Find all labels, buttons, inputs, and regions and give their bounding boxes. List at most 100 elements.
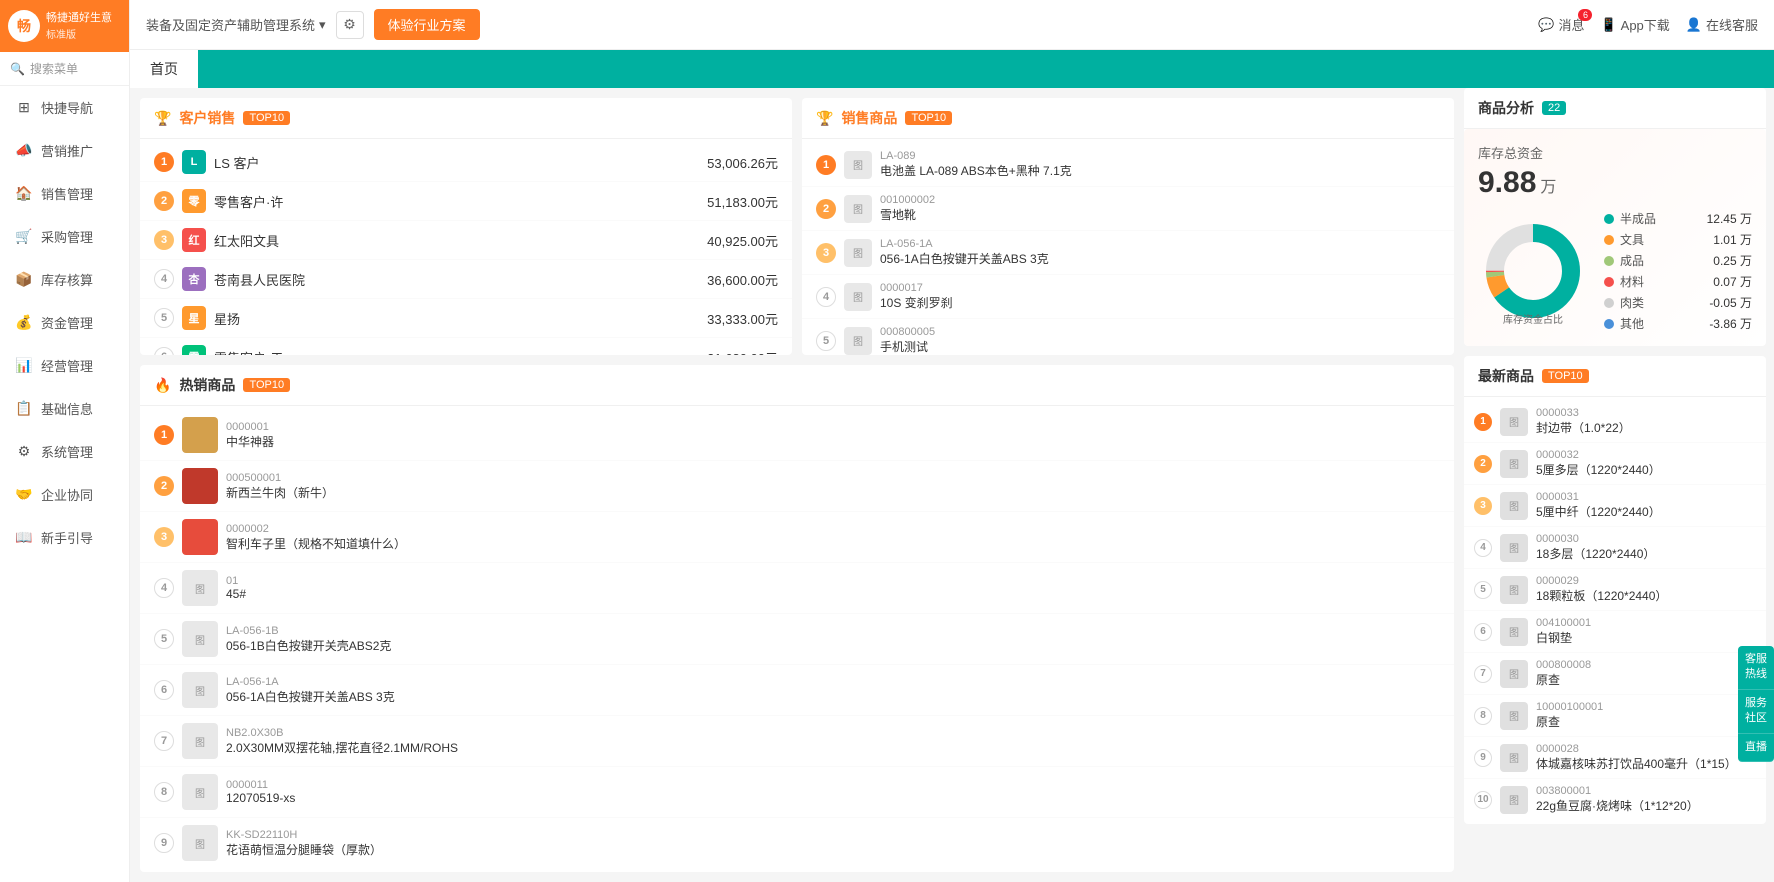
- customer-avatar: 星: [182, 306, 206, 330]
- new-product-item: 6 图 004100001 白钢垫: [1464, 611, 1766, 653]
- customer-name: 星扬: [214, 309, 699, 328]
- new-product-item: 7 图 000800008 原查: [1464, 653, 1766, 695]
- sales-product-header: 🏆 销售商品 TOP10: [802, 98, 1454, 139]
- customer-rank-item: 4 杏 苍南县人民医院 36,600.00元: [140, 260, 792, 299]
- live-btn[interactable]: 直播: [1738, 734, 1774, 762]
- marketing-icon: 📣: [15, 142, 33, 159]
- sidebar-item-finance[interactable]: 💰 资金管理: [0, 301, 129, 344]
- customer-rank-item: 3 红 红太阳文具 40,925.00元: [140, 221, 792, 260]
- rank-number: 2: [154, 476, 174, 496]
- rank-number: 3: [154, 527, 174, 547]
- app-download-button[interactable]: 📱 App下载: [1600, 15, 1669, 34]
- product-icon: 图: [844, 151, 872, 179]
- new-product-name: 白钢垫: [1536, 629, 1756, 646]
- hot-product-item: 8 图 0000011 12070519-xs: [140, 767, 1454, 818]
- new-product-code: 10000100001: [1536, 701, 1756, 713]
- new-product-code: 0000031: [1536, 491, 1756, 503]
- new-product-code: 003800001: [1536, 785, 1756, 797]
- rank-number: 6: [1474, 623, 1492, 641]
- hot-product-list: 1 0000001 中华神器 2 000500001 新西兰牛肉（新牛） 3 0…: [140, 406, 1454, 872]
- customer-service-btn[interactable]: 客服热线: [1738, 646, 1774, 690]
- new-product-icon: 图: [1500, 618, 1528, 646]
- logo-subtitle: 标准版: [46, 26, 112, 41]
- sidebar-item-purchase[interactable]: 🛒 采购管理: [0, 215, 129, 258]
- customer-avatar: 红: [182, 228, 206, 252]
- customer-avatar: 零: [182, 345, 206, 355]
- search-menu[interactable]: 🔍 搜索菜单: [0, 52, 129, 86]
- finance-icon: 💰: [15, 314, 33, 331]
- product-name: 10S 变刹罗刹: [880, 294, 1440, 311]
- enterprise-icon: 🤝: [15, 486, 33, 503]
- purchase-icon: 🛒: [15, 228, 33, 245]
- new-product-icon: 图: [1500, 492, 1528, 520]
- new-product-icon: 图: [1500, 660, 1528, 688]
- system-title: 装备及固定资产辅助管理系统: [146, 15, 315, 34]
- two-col-section: 🏆 客户销售 TOP10 1 L LS 客户 53,006.26元 2 零 零售…: [140, 98, 1454, 355]
- inventory-title-text: 商品分析: [1478, 98, 1534, 118]
- product-image: [182, 468, 218, 504]
- sales-product-list: 1 图 LA-089 电池盖 LA-089 ABS本色+黑种 7.1克 2 图 …: [802, 139, 1454, 355]
- new-product-item: 2 图 0000032 5厘多层（1220*2440）: [1464, 443, 1766, 485]
- new-product-code: 0000032: [1536, 449, 1756, 461]
- product-code: 01: [226, 575, 246, 587]
- tab-home[interactable]: 首页: [130, 50, 198, 88]
- new-product-code: 000800008: [1536, 659, 1756, 671]
- new-products-list: 1 图 0000033 封边带（1.0*22） 2 图 0000032 5厘多层…: [1464, 397, 1766, 824]
- dropdown-arrow-icon: ▾: [319, 17, 326, 33]
- message-button[interactable]: 💬 消息 6: [1538, 15, 1584, 34]
- product-icon: 图: [844, 283, 872, 311]
- content-area: 🏆 客户销售 TOP10 1 L LS 客户 53,006.26元 2 零 零售…: [130, 88, 1774, 882]
- sidebar-item-quick-nav[interactable]: ⊞ 快捷导航: [0, 86, 129, 129]
- rank-number: 2: [1474, 455, 1492, 473]
- sidebar-item-enterprise[interactable]: 🤝 企业协同: [0, 473, 129, 516]
- product-image-placeholder: 图: [182, 723, 218, 759]
- new-product-icon: 图: [1500, 744, 1528, 772]
- rank-number: 4: [816, 287, 836, 307]
- legend-value: 0.25 万: [1713, 252, 1752, 269]
- product-icon: 图: [844, 239, 872, 267]
- product-image-placeholder: 图: [182, 570, 218, 606]
- sidebar-item-sales[interactable]: 🏠 销售管理: [0, 172, 129, 215]
- sidebar-item-operations[interactable]: 📊 经营管理: [0, 344, 129, 387]
- community-btn[interactable]: 服务社区: [1738, 690, 1774, 734]
- customer-rank-item: 2 零 零售客户·许 51,183.00元: [140, 182, 792, 221]
- sidebar-nav: ⊞ 快捷导航 📣 营销推广 🏠 销售管理 🛒 采购管理 📦 库存核算 💰 资金管…: [0, 86, 129, 882]
- sidebar-item-label: 新手引导: [41, 528, 93, 547]
- system-icon: ⚙: [15, 443, 33, 460]
- legend-item: 材料 0.07 万: [1604, 273, 1752, 290]
- rank-number: 5: [816, 331, 836, 351]
- logo-title: 畅捷通好生意: [46, 11, 112, 26]
- rank-number: 3: [154, 230, 174, 250]
- rank-number: 2: [154, 191, 174, 211]
- rank-number: 7: [1474, 665, 1492, 683]
- inventory-amount: 9.88 万: [1478, 166, 1752, 200]
- online-service-button[interactable]: 👤 在线客服: [1686, 15, 1758, 34]
- legend-dot: [1604, 214, 1614, 224]
- settings-button[interactable]: ⚙: [336, 11, 364, 39]
- product-name: 056-1A白色按键开关盖ABS 3克: [226, 688, 395, 705]
- rank-number: 8: [1474, 707, 1492, 725]
- rank-number: 4: [1474, 539, 1492, 557]
- trial-button[interactable]: 体验行业方案: [374, 9, 480, 40]
- customer-rank-list: 1 L LS 客户 53,006.26元 2 零 零售客户·许 51,183.0…: [140, 139, 792, 355]
- legend-dot: [1604, 256, 1614, 266]
- new-product-item: 8 图 10000100001 原查: [1464, 695, 1766, 737]
- rank-number: 3: [816, 243, 836, 263]
- sidebar-item-basic-info[interactable]: 📋 基础信息: [0, 387, 129, 430]
- legend-item: 文具 1.01 万: [1604, 231, 1752, 248]
- rank-number: 6: [154, 347, 174, 355]
- sidebar-item-inventory[interactable]: 📦 库存核算: [0, 258, 129, 301]
- new-product-icon: 图: [1500, 534, 1528, 562]
- sidebar-item-label: 系统管理: [41, 442, 93, 461]
- sidebar-item-marketing[interactable]: 📣 营销推广: [0, 129, 129, 172]
- sidebar-item-guide[interactable]: 📖 新手引导: [0, 516, 129, 559]
- topbar: 装备及固定资产辅助管理系统 ▾ ⚙ 体验行业方案 💬 消息 6 📱 App下载 …: [130, 0, 1774, 50]
- service-label: 在线客服: [1706, 15, 1758, 34]
- product-name: 花语萌恒温分腿睡袋（厚款）: [226, 841, 382, 858]
- customer-value: 21,680.00元: [707, 348, 778, 356]
- system-title-dropdown[interactable]: 装备及固定资产辅助管理系统 ▾: [146, 15, 326, 34]
- logo-icon: 畅: [8, 10, 40, 42]
- customer-avatar: L: [182, 150, 206, 174]
- sidebar-item-system[interactable]: ⚙ 系统管理: [0, 430, 129, 473]
- hot-product-item: 4 图 01 45#: [140, 563, 1454, 614]
